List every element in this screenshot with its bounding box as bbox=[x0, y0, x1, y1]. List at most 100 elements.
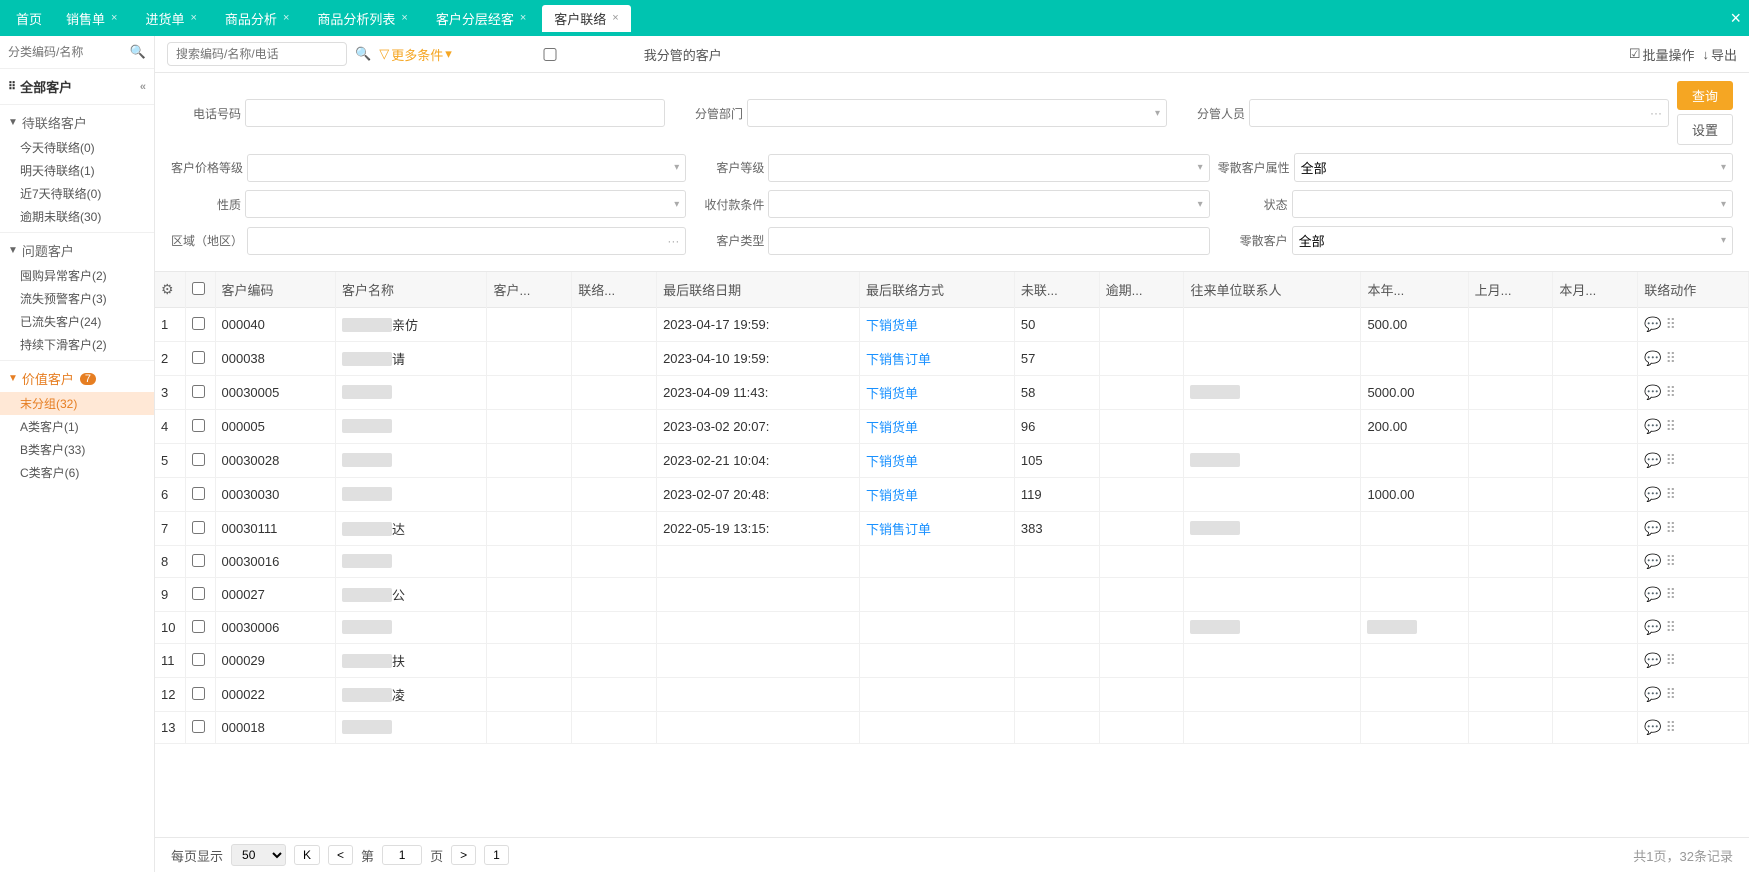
price-level-input[interactable]: ▾ bbox=[247, 154, 686, 182]
chat-icon[interactable]: 💬 bbox=[1644, 686, 1661, 703]
row-checkbox[interactable] bbox=[192, 720, 205, 733]
apps-icon[interactable]: ⠿ bbox=[1666, 486, 1676, 503]
nav-tab-analysis[interactable]: 商品分析 × bbox=[213, 5, 301, 32]
row-checkbox-cell[interactable] bbox=[185, 712, 215, 744]
sidebar-item-declining[interactable]: 持续下滑客户(2) bbox=[0, 333, 154, 356]
chat-icon[interactable]: 💬 bbox=[1644, 553, 1661, 570]
row-checkbox-cell[interactable] bbox=[185, 308, 215, 342]
apps-icon[interactable]: ⠿ bbox=[1666, 652, 1676, 669]
search-icon[interactable]: 🔍 bbox=[355, 46, 371, 62]
my-customers-checkbox[interactable] bbox=[460, 48, 640, 61]
close-tab-sales-icon[interactable]: × bbox=[111, 12, 117, 24]
close-window-button[interactable]: × bbox=[1730, 8, 1741, 29]
row-checkbox[interactable] bbox=[192, 419, 205, 432]
row-checkbox[interactable] bbox=[192, 687, 205, 700]
sidebar-group-value[interactable]: ▼ 价值客户 7 bbox=[0, 365, 154, 392]
sidebar-item-unclassified[interactable]: 末分组(32) bbox=[0, 392, 154, 415]
close-tab-analysis-list-icon[interactable]: × bbox=[401, 12, 407, 24]
apps-icon[interactable]: ⠿ bbox=[1666, 418, 1676, 435]
chat-icon[interactable]: 💬 bbox=[1644, 350, 1661, 367]
row-checkbox-cell[interactable] bbox=[185, 644, 215, 678]
sidebar-item-abnormal[interactable]: 囤购异常客户(2) bbox=[0, 264, 154, 287]
apps-icon[interactable]: ⠿ bbox=[1666, 586, 1676, 603]
contact-way-link[interactable]: 下销货单 bbox=[866, 454, 918, 469]
row-checkbox[interactable] bbox=[192, 587, 205, 600]
nav-tab-customer-contact[interactable]: 客户联络 × bbox=[542, 5, 630, 32]
close-tab-customer-segment-icon[interactable]: × bbox=[520, 12, 526, 24]
contact-way-link[interactable]: 下销货单 bbox=[866, 318, 918, 333]
close-tab-customer-contact-icon[interactable]: × bbox=[612, 12, 618, 24]
contact-way-link[interactable]: 下销售订单 bbox=[866, 352, 931, 367]
row-checkbox[interactable] bbox=[192, 487, 205, 500]
sidebar-item-class-b[interactable]: B类客户(33) bbox=[0, 438, 154, 461]
chat-icon[interactable]: 💬 bbox=[1644, 452, 1661, 469]
row-checkbox-cell[interactable] bbox=[185, 342, 215, 376]
customer-type-input[interactable] bbox=[768, 227, 1209, 255]
more-conditions-btn[interactable]: ▽ 更多条件 ▾ bbox=[379, 45, 452, 64]
row-checkbox-cell[interactable] bbox=[185, 376, 215, 410]
row-checkbox-cell[interactable] bbox=[185, 410, 215, 444]
prev-page-btn[interactable]: < bbox=[328, 845, 353, 865]
sidebar-group-pending[interactable]: ▼ 待联络客户 bbox=[0, 109, 154, 136]
export-btn[interactable]: ↓ 导出 bbox=[1702, 45, 1737, 64]
nav-home[interactable]: 首页 bbox=[8, 5, 50, 32]
manager-input[interactable]: ··· bbox=[1249, 99, 1669, 127]
sidebar-group-problems[interactable]: ▼ 问题客户 bbox=[0, 237, 154, 264]
apps-icon[interactable]: ⠿ bbox=[1666, 350, 1676, 367]
apps-icon[interactable]: ⠿ bbox=[1666, 719, 1676, 736]
nature-input[interactable]: ▾ bbox=[245, 190, 686, 218]
row-checkbox[interactable] bbox=[192, 385, 205, 398]
row-checkbox-cell[interactable] bbox=[185, 578, 215, 612]
apps-icon[interactable]: ⠿ bbox=[1666, 686, 1676, 703]
chat-icon[interactable]: 💬 bbox=[1644, 652, 1661, 669]
chat-icon[interactable]: 💬 bbox=[1644, 418, 1661, 435]
payment-input[interactable]: ▾ bbox=[768, 190, 1209, 218]
sidebar-item-churned[interactable]: 已流失客户(24) bbox=[0, 310, 154, 333]
sidebar-item-churn-warning[interactable]: 流失预警客户(3) bbox=[0, 287, 154, 310]
query-button[interactable]: 查询 bbox=[1677, 81, 1733, 110]
col-checkbox-header[interactable] bbox=[185, 272, 215, 308]
row-checkbox-cell[interactable] bbox=[185, 678, 215, 712]
col-gear[interactable]: ⚙ bbox=[155, 272, 185, 308]
row-checkbox-cell[interactable] bbox=[185, 512, 215, 546]
row-checkbox[interactable] bbox=[192, 317, 205, 330]
sidebar-search-icon[interactable]: 🔍 bbox=[130, 44, 146, 60]
retail-customer-input[interactable]: 全部 ▾ bbox=[1292, 226, 1733, 255]
collapse-sidebar-icon[interactable]: « bbox=[140, 81, 146, 93]
row-checkbox-cell[interactable] bbox=[185, 478, 215, 512]
search-input[interactable] bbox=[167, 42, 347, 66]
chat-icon[interactable]: 💬 bbox=[1644, 586, 1661, 603]
first-page-btn[interactable]: K bbox=[294, 845, 320, 865]
chat-icon[interactable]: 💬 bbox=[1644, 619, 1661, 636]
gear-settings-icon[interactable]: ⚙ bbox=[161, 281, 174, 297]
apps-icon[interactable]: ⠿ bbox=[1666, 452, 1676, 469]
last-page-btn[interactable]: 1 bbox=[484, 845, 509, 865]
row-checkbox[interactable] bbox=[192, 620, 205, 633]
sidebar-item-overdue-pending[interactable]: 逾期未联络(30) bbox=[0, 205, 154, 228]
sidebar-item-tomorrow-pending[interactable]: 明天待联络(1) bbox=[0, 159, 154, 182]
chat-icon[interactable]: 💬 bbox=[1644, 719, 1661, 736]
contact-way-link[interactable]: 下销货单 bbox=[866, 386, 918, 401]
page-number-input[interactable] bbox=[382, 845, 422, 865]
chat-icon[interactable]: 💬 bbox=[1644, 520, 1661, 537]
row-checkbox-cell[interactable] bbox=[185, 612, 215, 644]
chat-icon[interactable]: 💬 bbox=[1644, 486, 1661, 503]
region-input[interactable]: ··· bbox=[247, 227, 686, 255]
nav-tab-sales[interactable]: 销售单 × bbox=[54, 5, 129, 32]
row-checkbox[interactable] bbox=[192, 653, 205, 666]
nav-tab-analysis-list[interactable]: 商品分析列表 × bbox=[305, 5, 419, 32]
nav-tab-customer-segment[interactable]: 客户分层经客 × bbox=[424, 5, 538, 32]
close-tab-analysis-icon[interactable]: × bbox=[283, 12, 289, 24]
apps-icon[interactable]: ⠿ bbox=[1666, 520, 1676, 537]
apps-icon[interactable]: ⠿ bbox=[1666, 384, 1676, 401]
all-customers-header[interactable]: ⠿ 全部客户 « bbox=[0, 69, 154, 100]
row-checkbox[interactable] bbox=[192, 453, 205, 466]
batch-ops-btn[interactable]: ☑ 批量操作 bbox=[1629, 45, 1695, 64]
reset-button[interactable]: 设置 bbox=[1677, 114, 1733, 145]
retail-attr-input[interactable]: 全部 ▾ bbox=[1294, 153, 1733, 182]
apps-icon[interactable]: ⠿ bbox=[1666, 619, 1676, 636]
apps-icon[interactable]: ⠿ bbox=[1666, 553, 1676, 570]
contact-way-link[interactable]: 下销货单 bbox=[866, 488, 918, 503]
row-checkbox-cell[interactable] bbox=[185, 546, 215, 578]
apps-icon[interactable]: ⠿ bbox=[1666, 316, 1676, 333]
